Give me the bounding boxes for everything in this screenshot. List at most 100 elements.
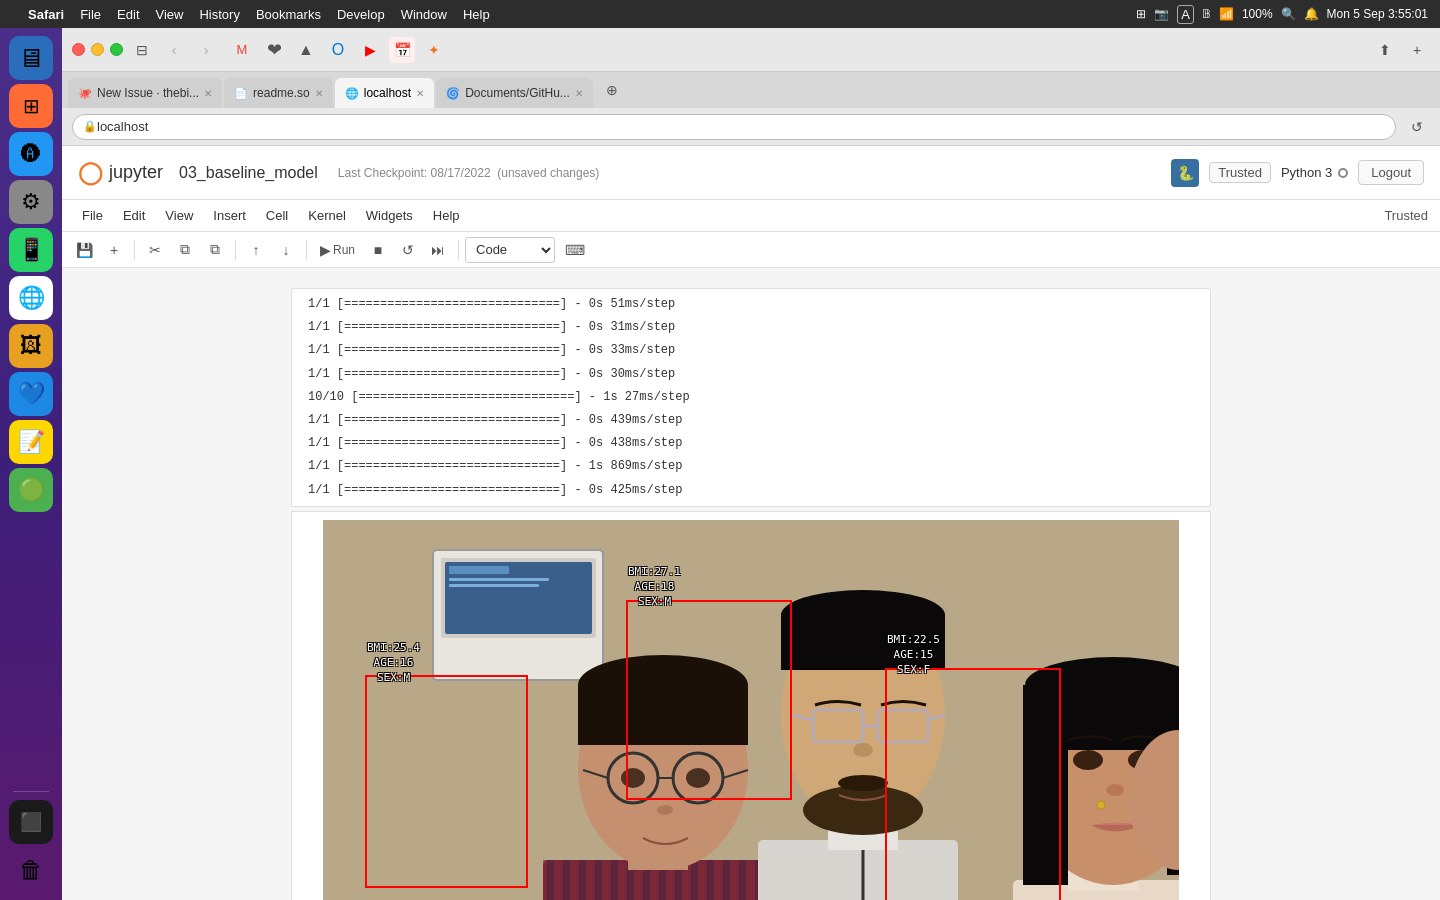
cut-cell-button[interactable]: ✂ [141, 237, 169, 263]
tab-documents-close[interactable]: ✕ [575, 88, 583, 99]
dock-vscode[interactable]: 💙 [9, 372, 53, 416]
run-button[interactable]: ▶ Run [313, 237, 362, 263]
help-menu[interactable]: Help [463, 7, 490, 22]
save-button[interactable]: 💾 [70, 237, 98, 263]
jupyter-brand-text: jupyter [109, 162, 163, 183]
output-text-cell: 1/1 [==============================] - 0… [291, 288, 1211, 507]
svg-point-30 [803, 785, 923, 835]
menu-view[interactable]: View [157, 204, 201, 227]
safari-menu[interactable]: Safari [28, 7, 64, 22]
window-menu[interactable]: Window [401, 7, 447, 22]
menu-file[interactable]: File [74, 204, 111, 227]
dock-system-prefs[interactable]: ⚙ [9, 180, 53, 224]
dock-trash[interactable]: 🗑 [9, 848, 53, 892]
file-menu[interactable]: File [80, 7, 101, 22]
youtube-bookmark[interactable]: ▶ [357, 37, 383, 63]
pocket-bookmark[interactable]: ❤ [261, 37, 287, 63]
localhost-favicon: 🌐 [345, 87, 359, 100]
sidebar-toggle-button[interactable]: ⊟ [129, 37, 155, 63]
detection-label-3: BMI:22.5 AGE:15 SEX:F [887, 632, 940, 678]
jupyter-bookmark[interactable]: ✦ [421, 37, 447, 63]
notebook-title[interactable]: 03_baseline_model [179, 164, 318, 182]
search-icon[interactable]: 🔍 [1281, 7, 1296, 21]
svg-point-45 [1097, 801, 1105, 809]
kernel-status-circle [1338, 168, 1348, 178]
history-menu[interactable]: History [199, 7, 239, 22]
address-text: localhost [97, 119, 148, 134]
menu-insert[interactable]: Insert [205, 204, 254, 227]
tab-new-issue-close[interactable]: ✕ [204, 88, 212, 99]
move-down-button[interactable]: ↓ [272, 237, 300, 263]
calendar-bookmark[interactable]: 📅 [389, 37, 415, 63]
browser-tabs-bar: 🐙 New Issue · thebi... ✕ 📄 readme.so ✕ 🌐… [62, 72, 1440, 108]
new-tab-button[interactable]: + [1404, 37, 1430, 63]
tabs-overflow-button[interactable]: ⊕ [599, 77, 625, 103]
menu-edit[interactable]: Edit [115, 204, 153, 227]
svg-rect-6 [449, 578, 549, 581]
documents-favicon: 🌀 [446, 87, 460, 100]
stop-button[interactable]: ■ [364, 237, 392, 263]
notebook-body[interactable]: 1/1 [==============================] - 0… [62, 268, 1440, 900]
dock-preview[interactable]: 🖼 [9, 324, 53, 368]
tab-localhost-close[interactable]: ✕ [416, 88, 424, 99]
gmail-bookmark[interactable]: M [229, 37, 255, 63]
tab-readme[interactable]: 📄 readme.so ✕ [224, 78, 333, 108]
menu-kernel[interactable]: Kernel [300, 204, 354, 227]
outlook-bookmark[interactable]: O [325, 37, 351, 63]
maximize-window-button[interactable] [110, 43, 123, 56]
tab-documents[interactable]: 🌀 Documents/GitHu... ✕ [436, 78, 593, 108]
trusted-label-menubar: Trusted [1384, 208, 1428, 223]
view-menu[interactable]: View [156, 7, 184, 22]
trusted-badge: Trusted [1209, 162, 1271, 183]
wifi-icon: 📶 [1219, 7, 1234, 21]
tab-readme-close[interactable]: ✕ [315, 88, 323, 99]
dock-launchpad[interactable]: ⊞ [9, 84, 53, 128]
cell-type-select[interactable]: Code [465, 237, 555, 263]
jupyter-menubar: File Edit View Insert Cell Kernel Widget… [62, 200, 1440, 232]
detection-label-2: BMI:27.1 AGE:18 SEX:M [628, 564, 681, 610]
back-button[interactable]: ‹ [161, 37, 187, 63]
gdrive-bookmark[interactable]: ▲ [293, 37, 319, 63]
develop-menu[interactable]: Develop [337, 7, 385, 22]
add-cell-button[interactable]: + [100, 237, 128, 263]
share-button[interactable]: ⬆ [1372, 37, 1398, 63]
dock-launchpad2[interactable]: 🟢 [9, 468, 53, 512]
notification-icon[interactable]: 🔔 [1304, 7, 1319, 21]
dock-finder[interactable]: 🖥 [9, 36, 53, 80]
paste-cell-button[interactable]: ⧉ [201, 237, 229, 263]
forward-button[interactable]: › [193, 37, 219, 63]
kernel-indicator: Python 3 [1281, 165, 1348, 180]
tab-localhost[interactable]: 🌐 localhost ✕ [335, 78, 434, 108]
tab-new-issue-label: New Issue · thebi... [97, 86, 199, 100]
move-up-button[interactable]: ↑ [242, 237, 270, 263]
toolbar-separator-4 [458, 240, 459, 260]
battery-text: 100% [1242, 7, 1273, 21]
dock-notes[interactable]: 📝 [9, 420, 53, 464]
output-line-6: 1/1 [==============================] - 0… [292, 409, 1210, 432]
menu-widgets[interactable]: Widgets [358, 204, 421, 227]
restart-button[interactable]: ↺ [394, 237, 422, 263]
edit-menu[interactable]: Edit [117, 7, 139, 22]
menu-help[interactable]: Help [425, 204, 468, 227]
dock: 🖥 ⊞ 🅐 ⚙ 📱 🌐 🖼 💙 📝 🟢 ⬛ 🗑 [0, 28, 62, 900]
dock-app-store[interactable]: 🅐 [9, 132, 53, 176]
tab-new-issue[interactable]: 🐙 New Issue · thebi... ✕ [68, 78, 222, 108]
dock-chrome[interactable]: 🌐 [9, 276, 53, 320]
address-input[interactable]: 🔒 localhost [72, 114, 1396, 140]
bookmarks-menu[interactable]: Bookmarks [256, 7, 321, 22]
svg-point-23 [686, 768, 710, 788]
reload-button[interactable]: ↺ [1404, 114, 1430, 140]
output-image-cell: BMI:25.4 AGE:16 SEX:M BMI:27.1 AGE:18 SE… [291, 511, 1211, 900]
copy-cell-button[interactable]: ⧉ [171, 237, 199, 263]
dock-terminal[interactable]: ⬛ [9, 800, 53, 844]
menu-cell[interactable]: Cell [258, 204, 296, 227]
new-issue-favicon: 🐙 [78, 87, 92, 100]
dock-whatsapp[interactable]: 📱 [9, 228, 53, 272]
keyboard-shortcuts-button[interactable]: ⌨ [561, 237, 589, 263]
minimize-window-button[interactable] [91, 43, 104, 56]
camera-icon: 📷 [1154, 7, 1169, 21]
close-window-button[interactable] [72, 43, 85, 56]
logout-button[interactable]: Logout [1358, 160, 1424, 185]
next-button[interactable]: ⏭ [424, 237, 452, 263]
output-line-2: 1/1 [==============================] - 0… [292, 316, 1210, 339]
